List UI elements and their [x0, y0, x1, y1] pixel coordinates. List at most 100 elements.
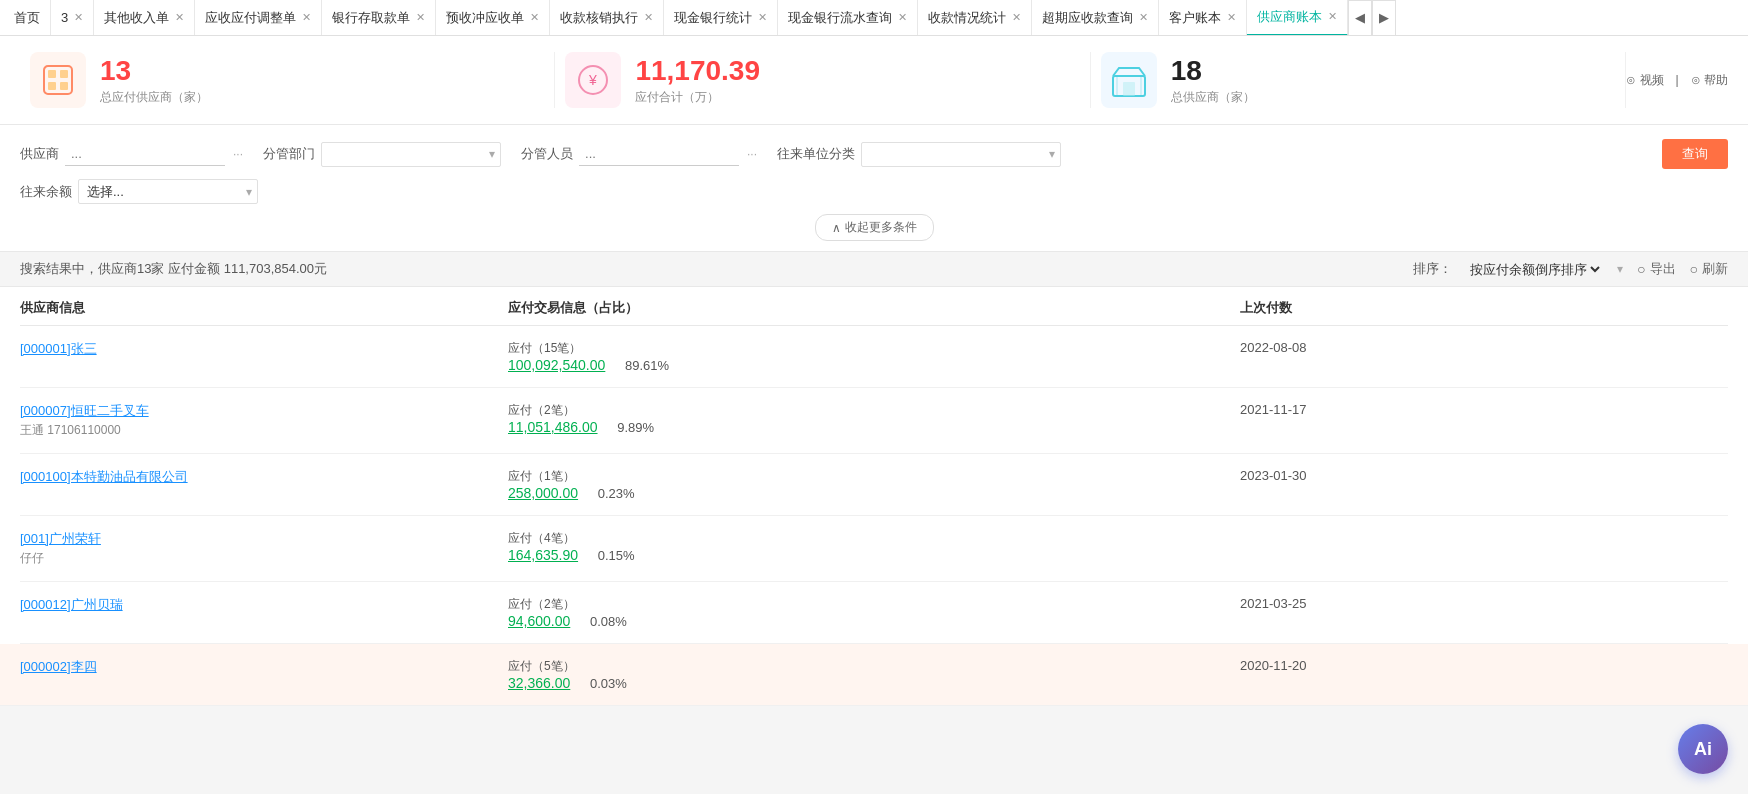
collapse-button[interactable]: ∧ 收起更多条件 — [815, 214, 934, 241]
nav-tab-customer-ledger[interactable]: 客户账本 ✕ — [1159, 0, 1247, 36]
payable-suppliers-icon — [30, 52, 86, 108]
refresh-button[interactable]: ○ 刷新 — [1690, 260, 1728, 278]
trans-label: 应付（2笔） — [508, 402, 1240, 419]
trans-amount[interactable]: 11,051,486.00 — [508, 419, 598, 435]
nav-tab-adjustment[interactable]: 应收应付调整单 ✕ — [195, 0, 322, 36]
supplier-link[interactable]: [000100]本特勤油品有限公司 — [20, 469, 188, 484]
payable-suppliers-label: 总应付供应商（家） — [100, 89, 208, 106]
export-button[interactable]: ○ 导出 — [1637, 260, 1675, 278]
table-row-highlight: [000002]李四 应付（5笔） 32,366.00 0.03% 2020-1… — [0, 644, 1748, 706]
payable-total-amount: 11,170.39 — [635, 54, 760, 88]
trans-amount[interactable]: 100,092,540.00 — [508, 357, 605, 373]
close-icon[interactable]: ✕ — [1227, 11, 1236, 24]
svg-rect-0 — [44, 66, 72, 94]
close-icon[interactable]: ✕ — [1012, 11, 1021, 24]
nav-tab-supplier-ledger[interactable]: 供应商账本 ✕ — [1247, 0, 1348, 36]
trans-pct: 0.15% — [598, 548, 635, 563]
balance-label: 往来余额 — [20, 183, 72, 201]
last-pay-date: 2023-01-30 — [1240, 468, 1307, 483]
nav-tab-3[interactable]: 3 ✕ — [51, 0, 94, 36]
payable-total-icon: ¥ — [565, 52, 621, 108]
nav-tab-bank[interactable]: 银行存取款单 ✕ — [322, 0, 436, 36]
supplier-link[interactable]: [000007]恒旺二手叉车 — [20, 403, 149, 418]
person-input[interactable] — [579, 142, 739, 166]
summary-card-payable-suppliers: 13 总应付供应商（家） — [20, 52, 555, 108]
sort-select[interactable]: 按应付余额倒序排序 — [1466, 261, 1603, 278]
summary-card-total-suppliers: 18 总供应商（家） — [1091, 52, 1626, 108]
table-header: 供应商信息 应付交易信息（占比） 上次付数 — [20, 287, 1728, 326]
transaction-info: 应付（5笔） 32,366.00 0.03% — [508, 658, 1240, 691]
top-navigation: 首页 3 ✕ 其他收入单 ✕ 应收应付调整单 ✕ 银行存取款单 ✕ 预收冲应收单… — [0, 0, 1748, 36]
nav-tab-cash-stats[interactable]: 现金银行统计 ✕ — [664, 0, 778, 36]
dept-label: 分管部门 — [263, 145, 315, 163]
supplier-sub: 仔仔 — [20, 550, 508, 567]
trans-pct: 9.89% — [617, 420, 654, 435]
nav-tab-overdue[interactable]: 超期应收款查询 ✕ — [1032, 0, 1159, 36]
nav-tab-advance[interactable]: 预收冲应收单 ✕ — [436, 0, 550, 36]
close-icon[interactable]: ✕ — [1139, 11, 1148, 24]
query-button[interactable]: 查询 — [1662, 139, 1728, 169]
trans-amount[interactable]: 258,000.00 — [508, 485, 578, 501]
supplier-label: 供应商 — [20, 145, 59, 163]
video-link[interactable]: ⊙ 视频 — [1626, 72, 1663, 89]
close-icon[interactable]: ✕ — [1328, 10, 1337, 23]
col-header-transaction: 应付交易信息（占比） — [508, 299, 1240, 317]
table-row: [000001]张三 应付（15笔） 100,092,540.00 89.61%… — [20, 326, 1728, 388]
balance-select-wrapper: 选择... — [78, 179, 258, 204]
close-icon[interactable]: ✕ — [74, 11, 83, 24]
nav-tab-other-income[interactable]: 其他收入单 ✕ — [94, 0, 195, 36]
svg-rect-4 — [60, 82, 68, 90]
transaction-info: 应付（2笔） 11,051,486.00 9.89% — [508, 402, 1240, 435]
supplier-link[interactable]: [000002]李四 — [20, 659, 97, 674]
trans-amount[interactable]: 94,600.00 — [508, 613, 570, 629]
nav-tab-collection-stats[interactable]: 收款情况统计 ✕ — [918, 0, 1032, 36]
supplier-link[interactable]: [000012]广州贝瑞 — [20, 597, 123, 612]
nav-tab-cash-flow[interactable]: 现金银行流水查询 ✕ — [778, 0, 918, 36]
close-icon[interactable]: ✕ — [416, 11, 425, 24]
summary-bar: 13 总应付供应商（家） ¥ 11,170.39 应付合计（万） — [0, 36, 1748, 125]
collapse-chevron-icon: ∧ — [832, 221, 841, 235]
trans-label: 应付（4笔） — [508, 530, 1240, 547]
last-pay: 2020-11-20 — [1240, 658, 1728, 673]
trans-amount[interactable]: 32,366.00 — [508, 675, 570, 691]
close-icon[interactable]: ✕ — [175, 11, 184, 24]
payable-suppliers-count: 13 — [100, 54, 208, 88]
result-bar: 搜索结果中，供应商13家 应付金额 111,703,854.00元 排序： 按应… — [0, 252, 1748, 287]
close-icon[interactable]: ✕ — [644, 11, 653, 24]
last-pay: 2022-08-08 — [1240, 340, 1728, 355]
supplier-link[interactable]: [000001]张三 — [20, 341, 97, 356]
total-suppliers-count: 18 — [1171, 54, 1255, 88]
supplier-input[interactable] — [65, 142, 225, 166]
supplier-link[interactable]: [001]广州荣轩 — [20, 531, 101, 546]
dept-select[interactable] — [321, 142, 501, 167]
trans-amount[interactable]: 164,635.90 — [508, 547, 578, 563]
transaction-info: 应付（2笔） 94,600.00 0.08% — [508, 596, 1240, 629]
close-icon[interactable]: ✕ — [898, 11, 907, 24]
nav-prev-arrow[interactable]: ◀ — [1348, 0, 1372, 36]
help-link[interactable]: ⊙ 帮助 — [1691, 72, 1728, 89]
supplier-info: [000002]李四 — [20, 658, 508, 676]
col-header-supplier: 供应商信息 — [20, 299, 508, 317]
category-select[interactable] — [861, 142, 1061, 167]
top-right-links: ⊙ 视频 | ⊙ 帮助 — [1626, 72, 1728, 89]
table-row: [000012]广州贝瑞 应付（2笔） 94,600.00 0.08% 2021… — [20, 582, 1728, 644]
supplier-sub: 王通 17106110000 — [20, 422, 508, 439]
balance-filter: 往来余额 选择... — [20, 179, 258, 204]
transaction-info: 应付（1笔） 258,000.00 0.23% — [508, 468, 1240, 501]
close-icon[interactable]: ✕ — [302, 11, 311, 24]
last-pay: 2021-03-25 — [1240, 596, 1728, 611]
last-pay-date: 2021-11-17 — [1240, 402, 1307, 417]
close-icon[interactable]: ✕ — [758, 11, 767, 24]
nav-tab-home[interactable]: 首页 — [4, 0, 51, 36]
trans-label: 应付（1笔） — [508, 468, 1240, 485]
table-row: [000100]本特勤油品有限公司 应付（1笔） 258,000.00 0.23… — [20, 454, 1728, 516]
close-icon[interactable]: ✕ — [530, 11, 539, 24]
balance-select[interactable]: 选择... — [78, 179, 258, 204]
filter-area: 供应商 ··· 分管部门 分管人员 ··· 往来单位分类 查询 — [0, 125, 1748, 252]
nav-next-arrow[interactable]: ▶ — [1372, 0, 1396, 36]
nav-tab-collection[interactable]: 收款核销执行 ✕ — [550, 0, 664, 36]
last-pay-date: 2020-11-20 — [1240, 658, 1307, 673]
sort-chevron-icon: ▾ — [1617, 262, 1623, 276]
trans-pct: 0.08% — [590, 614, 627, 629]
payable-total-info: 11,170.39 应付合计（万） — [635, 54, 760, 107]
